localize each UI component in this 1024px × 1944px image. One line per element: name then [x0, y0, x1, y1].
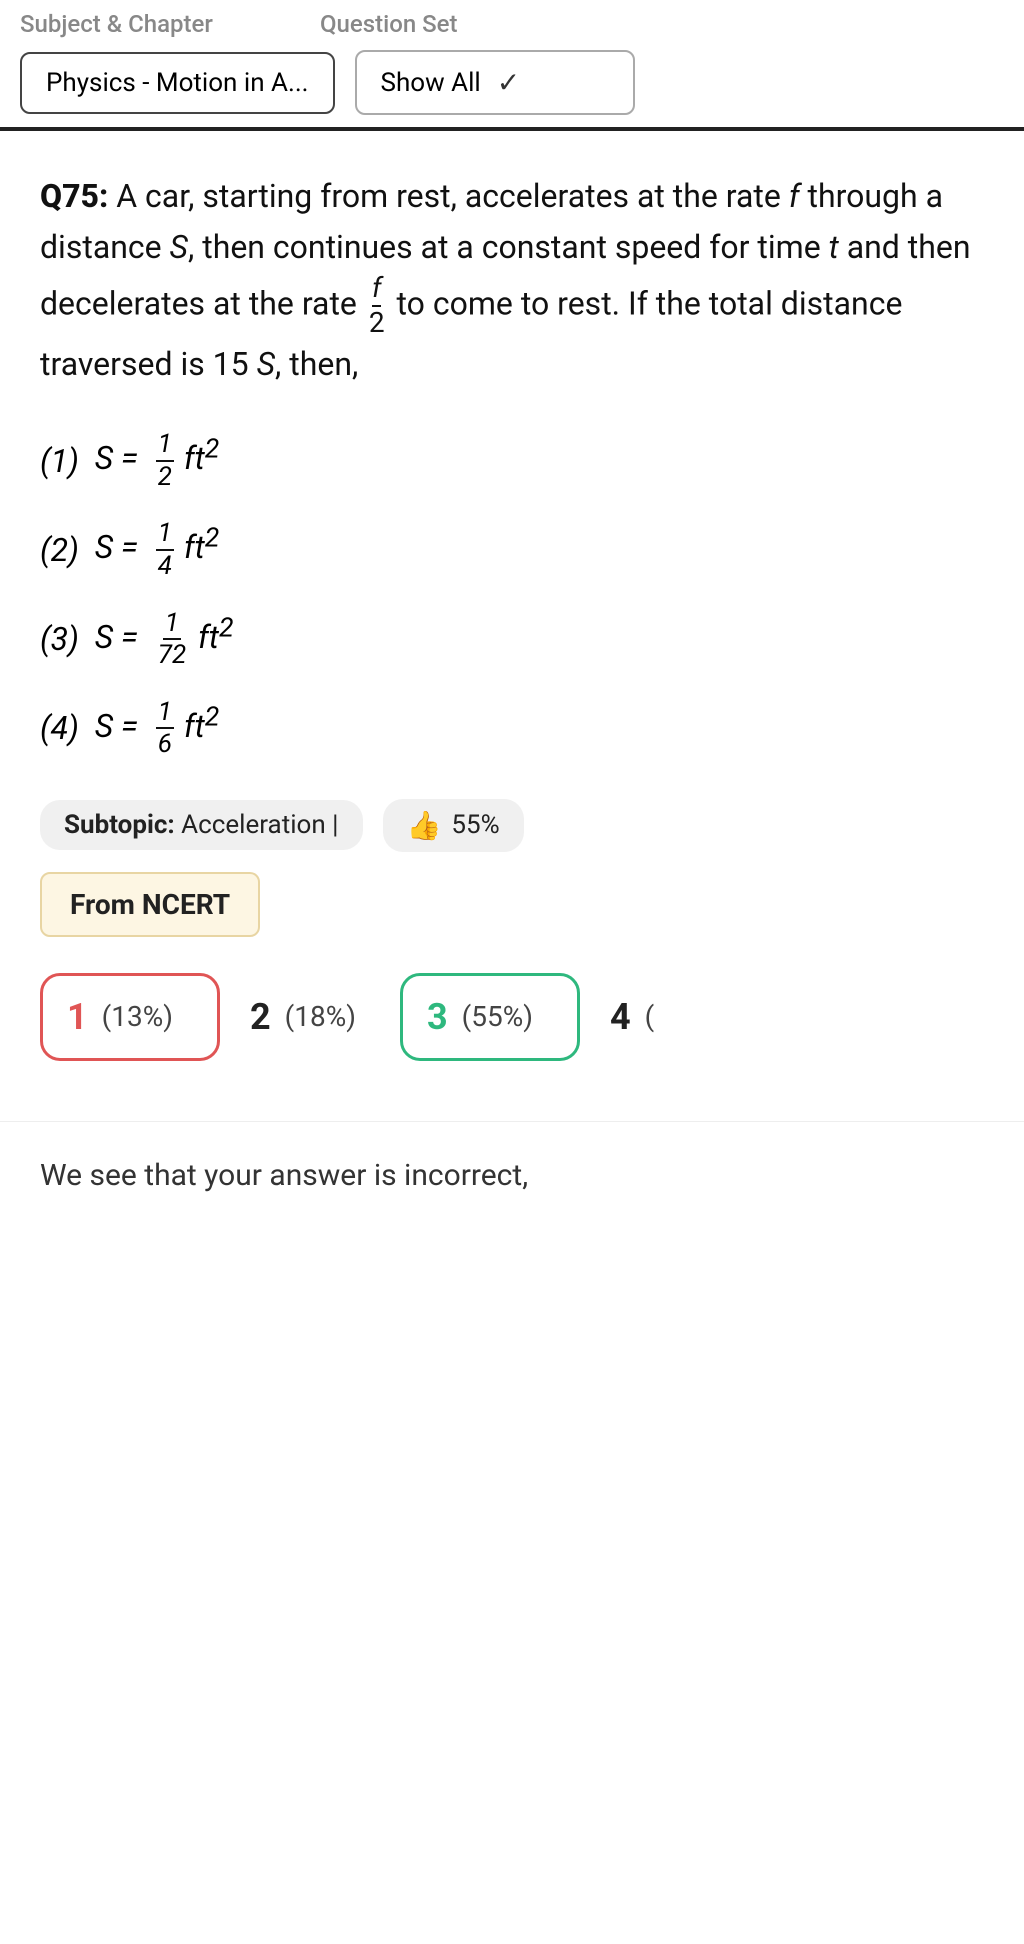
- option-4[interactable]: (4) S = 1 6 ft2: [40, 698, 984, 759]
- variable-s2: S: [257, 345, 275, 383]
- variable-t: t: [829, 228, 839, 266]
- option-1-frac: 1 2: [156, 430, 174, 491]
- option-2-expr: S = 1 4 ft2: [95, 519, 220, 580]
- question-set-dropdown[interactable]: Show All ✓: [355, 50, 635, 115]
- answer-pct-2: (18%): [285, 1000, 356, 1033]
- question-part6: , then,: [275, 345, 358, 383]
- answer-options-row: 1 (13%) 2 (18%) 3 (55%) 4 (: [40, 973, 984, 1061]
- question-set-value: Show All: [381, 68, 481, 98]
- option-1[interactable]: (1) S = 1 2 ft2: [40, 430, 984, 491]
- answer-num-4: 4: [610, 996, 631, 1038]
- ncert-tag: From NCERT: [40, 872, 260, 937]
- subtopic-tag: Subtopic: Acceleration |: [40, 800, 363, 850]
- question-container: Q75: A car, starting from rest, accelera…: [0, 131, 1024, 1121]
- option-4-frac: 1 6: [156, 698, 174, 759]
- question-part3: , then continues at a constant speed for…: [188, 228, 829, 266]
- answer-num-1: 1: [67, 996, 88, 1038]
- subject-chapter-label: Subject & Chapter: [20, 10, 300, 38]
- frac4-denom: 6: [156, 729, 174, 759]
- options-list: (1) S = 1 2 ft2 (2) S = 1 4 ft2: [40, 430, 984, 759]
- solution-section: We see that your answer is incorrect,: [0, 1121, 1024, 1230]
- variable-f: f: [789, 177, 800, 215]
- option-2-frac: 1 4: [156, 519, 174, 580]
- frac1-numer: 1: [156, 430, 174, 462]
- option-3[interactable]: (3) S = 1 72 ft2: [40, 609, 984, 670]
- chevron-down-icon: ✓: [497, 66, 520, 99]
- option-3-expr: S = 1 72 ft2: [95, 609, 234, 670]
- fraction-numerator: f: [372, 273, 381, 307]
- answer-pct-1: (13%): [102, 1000, 173, 1033]
- option-4-expr: S = 1 6 ft2: [95, 698, 220, 759]
- variable-s: S: [170, 228, 188, 266]
- option-3-num: (3): [40, 620, 87, 658]
- like-tag[interactable]: 👍 55%: [383, 799, 524, 852]
- answer-option-4[interactable]: 4 (: [580, 976, 760, 1058]
- filter-bar: Physics - Motion in A... Show All ✓: [0, 38, 1024, 129]
- thumbs-up-icon: 👍: [407, 809, 442, 842]
- frac4-numer: 1: [156, 698, 174, 730]
- tags-row: Subtopic: Acceleration | 👍 55%: [40, 799, 984, 852]
- subtopic-label: Subtopic:: [64, 810, 175, 840]
- subtopic-value: Acceleration |: [181, 810, 338, 840]
- solution-text: We see that your answer is incorrect,: [40, 1152, 984, 1200]
- answer-option-2[interactable]: 2 (18%): [220, 976, 400, 1058]
- fraction-denominator: 2: [369, 307, 385, 339]
- answer-num-2: 2: [250, 996, 271, 1038]
- subject-dropdown[interactable]: Physics - Motion in A...: [20, 52, 335, 114]
- frac2-denom: 4: [156, 551, 174, 581]
- answer-pct-4: (: [645, 1000, 655, 1033]
- deceleration-fraction: f 2: [369, 273, 385, 339]
- question-text: Q75: A car, starting from rest, accelera…: [40, 171, 984, 390]
- frac2-numer: 1: [156, 519, 174, 551]
- like-percent: 55%: [451, 810, 499, 840]
- question-set-label: Question Set: [320, 10, 600, 38]
- frac3-denom: 72: [156, 640, 188, 670]
- option-3-frac: 1 72: [156, 609, 188, 670]
- option-2-num: (2): [40, 531, 87, 569]
- answer-option-1[interactable]: 1 (13%): [40, 973, 220, 1061]
- option-2[interactable]: (2) S = 1 4 ft2: [40, 519, 984, 580]
- question-number: Q75:: [40, 177, 108, 215]
- option-1-expr: S = 1 2 ft2: [95, 430, 220, 491]
- answer-pct-3: (55%): [462, 1000, 533, 1033]
- answer-option-3[interactable]: 3 (55%): [400, 973, 580, 1061]
- answer-num-3: 3: [427, 996, 448, 1038]
- question-part1: A car, starting from rest, accelerates a…: [116, 177, 789, 215]
- frac3-numer: 1: [163, 609, 181, 641]
- frac1-denom: 2: [156, 462, 174, 492]
- option-4-num: (4): [40, 709, 87, 747]
- option-1-num: (1): [40, 442, 87, 480]
